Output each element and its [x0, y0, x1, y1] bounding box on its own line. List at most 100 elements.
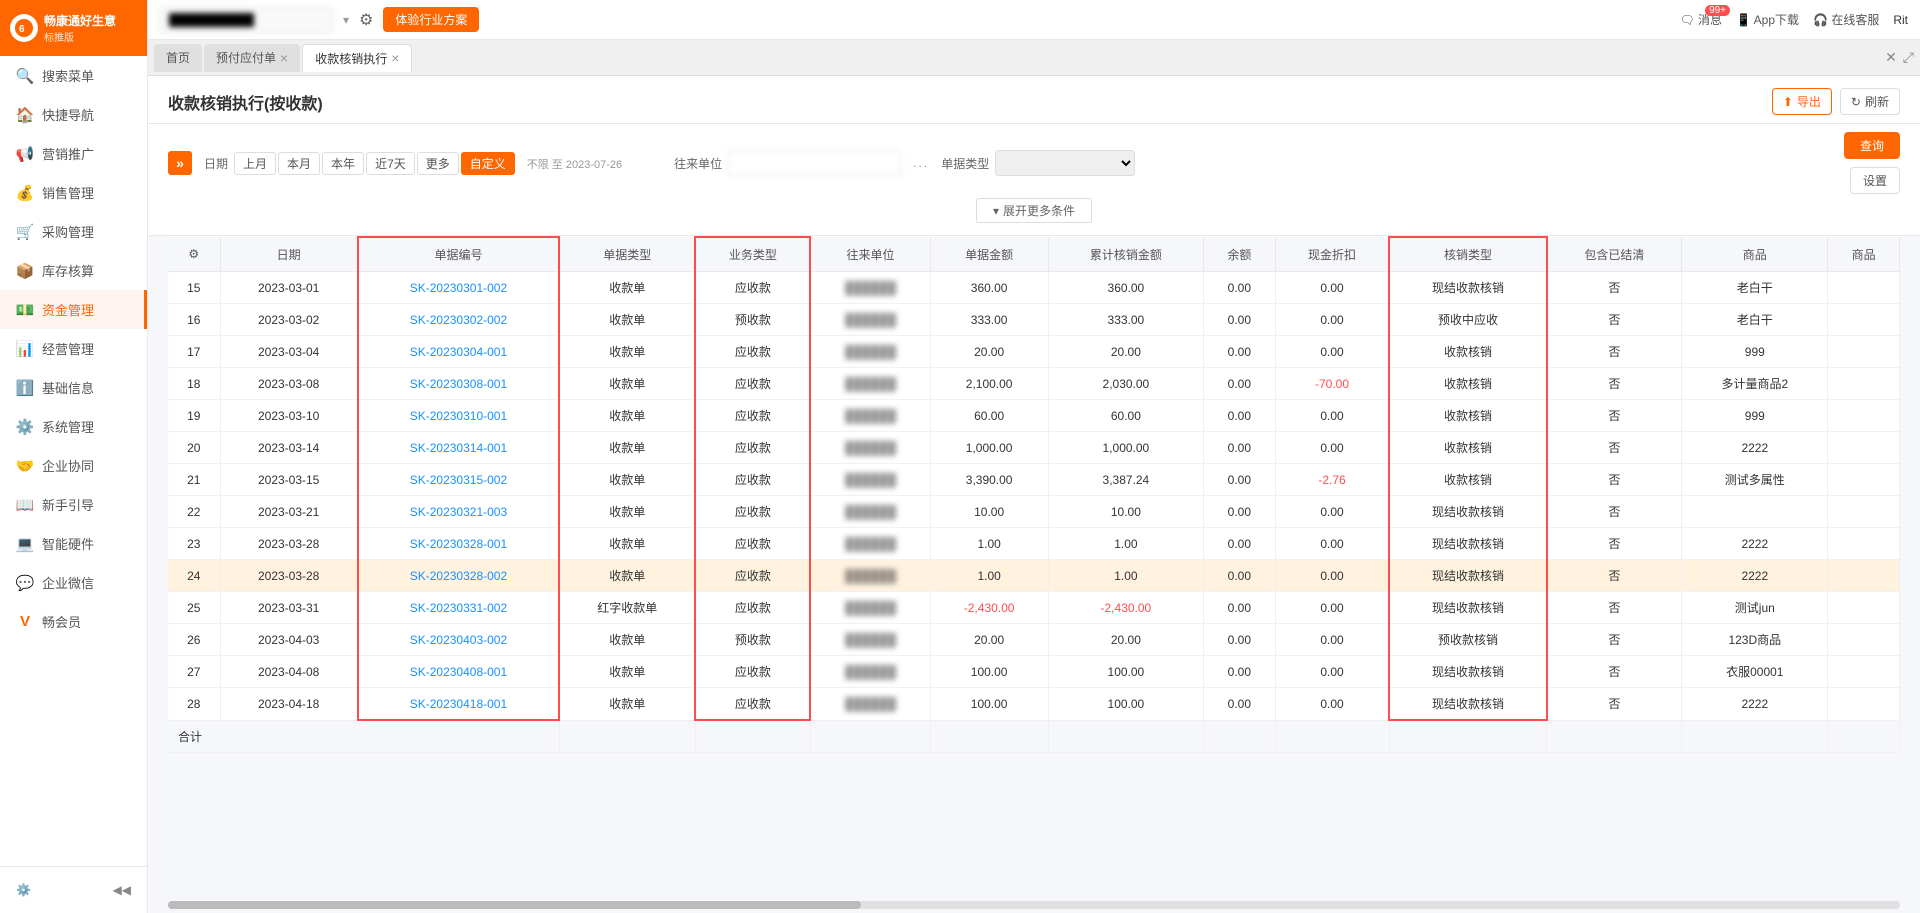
sidebar-item-member[interactable]: V 畅会员 — [0, 602, 147, 641]
logo-icon: 6 — [10, 14, 38, 42]
doc-no-link[interactable]: SK-20230321-003 — [410, 505, 507, 519]
tab-receipt[interactable]: 收款核销执行 × — [302, 44, 412, 72]
date-btn-this-month[interactable]: 本月 — [278, 152, 320, 175]
cell-product2 — [1828, 560, 1900, 592]
sidebar-item-sales[interactable]: 💰 销售管理 — [0, 173, 147, 212]
doc-no-link[interactable]: SK-20230403-002 — [410, 633, 507, 647]
tab-receipt-close[interactable]: × — [391, 50, 399, 66]
cell-balance: 0.00 — [1204, 592, 1276, 624]
sidebar-item-guide[interactable]: 📖 新手引导 — [0, 485, 147, 524]
cell-biz-type: 应收款 — [695, 464, 810, 496]
sidebar-item-capital[interactable]: 💵 资金管理 — [0, 290, 147, 329]
cell-date: 2023-03-10 — [220, 400, 358, 432]
table-container[interactable]: ⚙ 日期 单据编号 单据类型 业务类型 往来单位 单据金额 累计核销金额 余额 … — [148, 236, 1920, 897]
cell-biz-type: 应收款 — [695, 592, 810, 624]
sidebar-item-wechat[interactable]: 💬 企业微信 — [0, 563, 147, 602]
cell-biz-type: 应收款 — [695, 560, 810, 592]
cell-date: 2023-03-02 — [220, 304, 358, 336]
sidebar-item-enterprise[interactable]: 🤝 企业协同 — [0, 446, 147, 485]
sidebar-item-search[interactable]: 🔍 搜索菜单 — [0, 56, 147, 95]
cell-included: 否 — [1547, 624, 1682, 656]
solution-button[interactable]: 体验行业方案 — [383, 7, 479, 32]
cell-date: 2023-03-04 — [220, 336, 358, 368]
partner-filter-input[interactable] — [728, 150, 901, 176]
date-btn-more[interactable]: 更多 — [417, 152, 459, 175]
tab-home[interactable]: 首页 — [154, 44, 202, 72]
cell-balance: 0.00 — [1204, 688, 1276, 721]
tabbar-right-actions: ✕ ⤢ — [1885, 49, 1914, 66]
doc-no-link[interactable]: SK-20230301-002 — [410, 281, 507, 295]
sidebar-item-hardware[interactable]: 💻 智能硬件 — [0, 524, 147, 563]
date-btn-custom[interactable]: 自定义 — [461, 152, 515, 175]
cell-amount: 60.00 — [930, 400, 1048, 432]
filter-toggle-btn[interactable]: » — [168, 151, 192, 175]
sidebar-item-basic[interactable]: ℹ️ 基础信息 — [0, 368, 147, 407]
doctype-filter-select[interactable] — [995, 150, 1135, 176]
app-download-link[interactable]: 📱 App下载 — [1736, 11, 1799, 28]
date-btn-7days[interactable]: 近7天 — [366, 152, 415, 175]
cell-biz-type: 应收款 — [695, 528, 810, 560]
sidebar-item-operation[interactable]: 📊 经营管理 — [0, 329, 147, 368]
doc-no-link[interactable]: SK-20230418-001 — [410, 697, 507, 711]
cell-no: 21 — [168, 464, 220, 496]
cell-balance: 0.00 — [1204, 400, 1276, 432]
scrollbar-thumb[interactable] — [168, 901, 861, 909]
cell-partner: ██████ — [810, 688, 930, 721]
horizontal-scrollbar[interactable] — [168, 901, 1900, 909]
filter-dots: ... — [913, 156, 929, 170]
cell-doc-type: 收款单 — [559, 688, 695, 721]
doc-no-link[interactable]: SK-20230331-002 — [410, 601, 507, 615]
tab-prepay-close[interactable]: × — [280, 50, 288, 66]
tab-prepay[interactable]: 预付应付单 × — [204, 44, 300, 72]
refresh-button[interactable]: ↻ 刷新 — [1840, 88, 1900, 115]
doc-no-link[interactable]: SK-20230328-002 — [410, 569, 507, 583]
doc-no-link[interactable]: SK-20230315-002 — [410, 473, 507, 487]
col-settings[interactable]: ⚙ — [168, 237, 220, 272]
expand-more-btn[interactable]: ▾ 展开更多条件 — [976, 198, 1092, 223]
doc-no-link[interactable]: SK-20230310-001 — [410, 409, 507, 423]
doc-no-link[interactable]: SK-20230304-001 — [410, 345, 507, 359]
cell-verify-type: 收款核销 — [1389, 368, 1546, 400]
cell-discount: -70.00 — [1275, 368, 1389, 400]
doc-no-link[interactable]: SK-20230408-001 — [410, 665, 507, 679]
filter-action-buttons: 查询 设置 — [1844, 132, 1900, 194]
date-btn-this-year[interactable]: 本年 — [322, 152, 364, 175]
sidebar-collapse-arrows[interactable]: ◀◀ — [113, 883, 131, 897]
sidebar-item-quicknav[interactable]: 🏠 快捷导航 — [0, 95, 147, 134]
cell-no: 17 — [168, 336, 220, 368]
doctype-filter-label: 单据类型 — [941, 155, 989, 172]
date-btn-last-month[interactable]: 上月 — [234, 152, 276, 175]
doc-no-link[interactable]: SK-20230308-001 — [410, 377, 507, 391]
cell-product1: 123D商品 — [1682, 624, 1828, 656]
export-button[interactable]: ⬆ 导出 — [1772, 88, 1832, 115]
cell-partner: ██████ — [810, 432, 930, 464]
doc-no-link[interactable]: SK-20230314-001 — [410, 441, 507, 455]
cell-biz-type: 预收款 — [695, 304, 810, 336]
cell-no: 26 — [168, 624, 220, 656]
sidebar-item-inventory[interactable]: 📦 库存核算 — [0, 251, 147, 290]
username-display[interactable]: Rit — [1893, 13, 1908, 27]
cell-partner: ██████ — [810, 272, 930, 304]
messages-badge[interactable]: 🗨 消息 99+ — [1679, 11, 1722, 28]
sidebar-item-system[interactable]: ⚙️ 系统管理 — [0, 407, 147, 446]
cell-balance: 0.00 — [1204, 304, 1276, 336]
doc-no-link[interactable]: SK-20230328-001 — [410, 537, 507, 551]
cell-discount: 0.00 — [1275, 336, 1389, 368]
cell-doc-type: 收款单 — [559, 656, 695, 688]
sidebar-item-purchase[interactable]: 🛒 采购管理 — [0, 212, 147, 251]
topbar-chevron-icon[interactable]: ▾ — [343, 13, 349, 27]
online-service-link[interactable]: 🎧 在线客服 — [1813, 11, 1879, 28]
topbar-gear-icon[interactable]: ⚙ — [359, 10, 373, 30]
topbar-search-input[interactable] — [160, 7, 333, 33]
tab-expand-icon[interactable]: ⤢ — [1903, 49, 1914, 66]
tab-close-all-icon[interactable]: ✕ — [1885, 49, 1897, 66]
capital-icon: 💵 — [16, 301, 34, 319]
table-row: 18 2023-03-08 SK-20230308-001 收款单 应收款 ██… — [168, 368, 1900, 400]
doc-no-link[interactable]: SK-20230302-002 — [410, 313, 507, 327]
cell-balance: 0.00 — [1204, 656, 1276, 688]
query-button[interactable]: 查询 — [1844, 132, 1900, 159]
sidebar-settings-btn[interactable]: ⚙️ ◀◀ — [0, 875, 147, 905]
sidebar-item-marketing[interactable]: 📢 营销推广 — [0, 134, 147, 173]
topbar-right: 🗨 消息 99+ 📱 App下载 🎧 在线客服 Rit — [1679, 11, 1908, 28]
settings-button[interactable]: 设置 — [1850, 167, 1900, 194]
